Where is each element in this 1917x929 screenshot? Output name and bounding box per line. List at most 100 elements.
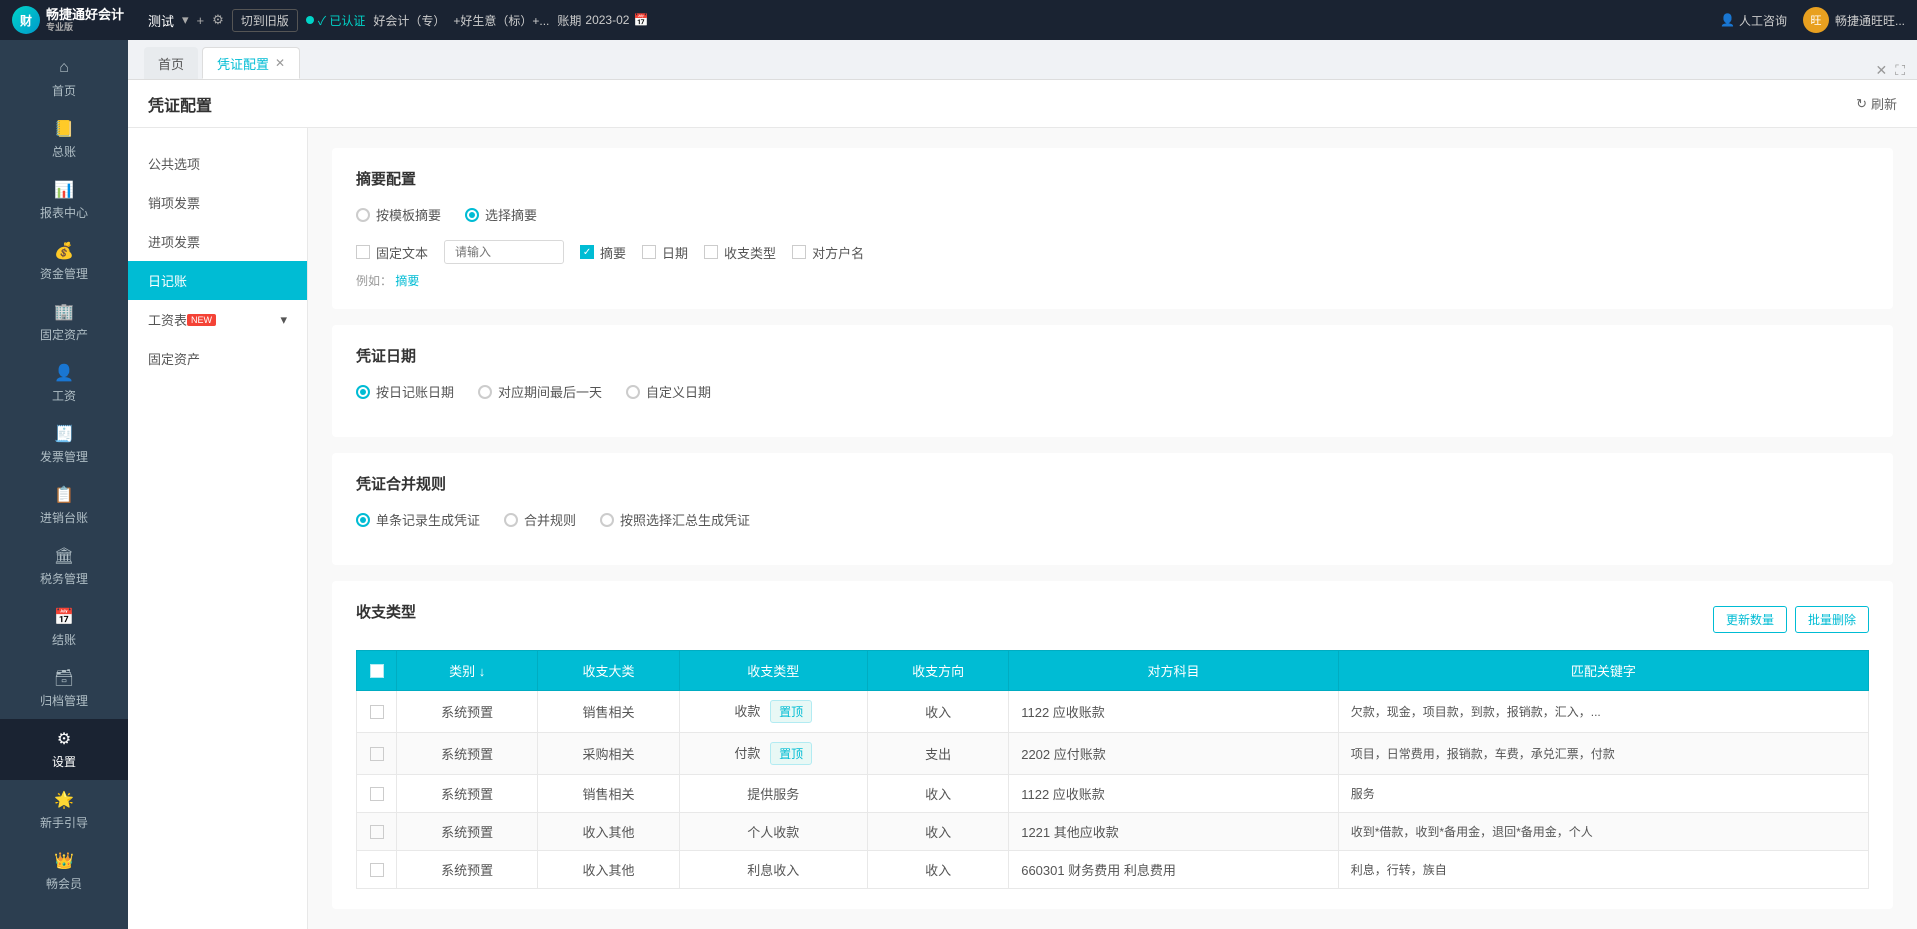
row2-reset-btn[interactable]: 置顶 [770, 742, 812, 765]
update-count-button[interactable]: 更新数量 [1713, 606, 1787, 633]
row3-major-type: 销售相关 [538, 775, 679, 813]
left-nav-journal[interactable]: 日记账 [128, 261, 307, 300]
date-radio-journal-label: 按日记账日期 [376, 382, 454, 401]
header-add-icon[interactable]: + [197, 13, 205, 28]
table-row: 系统预置 收入其他 利息收入 收入 660301 财务费用 利息费用 利息，行转… [357, 851, 1869, 889]
user-area[interactable]: 旺 畅捷通旺旺... [1803, 7, 1905, 33]
row4-category: 系统预置 [397, 813, 538, 851]
sidebar-item-member[interactable]: 👑 畅会员 [0, 841, 128, 902]
sidebar-item-ledger[interactable]: 📒 总账 [0, 109, 128, 170]
row3-check[interactable] [357, 775, 397, 813]
row3-direction: 收入 [867, 775, 1008, 813]
sidebar-label-tax: 税务管理 [40, 570, 88, 587]
checkbox-summary[interactable]: ✓ 摘要 [580, 243, 626, 262]
left-nav-public[interactable]: 公共选项 [128, 144, 307, 183]
sidebar-item-reports[interactable]: 📊 报表中心 [0, 170, 128, 231]
sidebar-label-purchase-sales: 进销台账 [40, 509, 88, 526]
date-radio-last-day-label: 对应期间最后一天 [498, 382, 602, 401]
tab-home[interactable]: 首页 [144, 47, 198, 79]
row5-direction: 收入 [867, 851, 1008, 889]
row4-checkbox[interactable] [370, 825, 384, 839]
voucher-date-section: 凭证日期 按日记账日期 对应期间最后一天 自定义日期 [332, 325, 1893, 437]
user-name: 畅捷通旺旺... [1835, 12, 1905, 29]
sidebar-item-closing[interactable]: 📅 结账 [0, 597, 128, 658]
good-accounting-label: 好会计（专） [373, 12, 445, 29]
merge-radio-summary[interactable]: 按照选择汇总生成凭证 [600, 510, 750, 529]
calendar-icon[interactable]: 📅 [633, 13, 648, 27]
sidebar-item-home[interactable]: ⌂ 首页 [0, 48, 128, 109]
sidebar-item-settings[interactable]: ⚙ 设置 [0, 719, 128, 780]
sidebar-item-tax[interactable]: 🏛 税务管理 [0, 536, 128, 597]
row4-check[interactable] [357, 813, 397, 851]
table-header-row: 收支类型 更新数量 批量删除 [356, 601, 1869, 638]
merge-rules-radio-group: 单条记录生成凭证 合并规则 按照选择汇总生成凭证 [356, 510, 1869, 529]
row2-check[interactable] [357, 733, 397, 775]
date-radio-custom-circle [626, 385, 640, 399]
service-icon: 👤 [1720, 13, 1735, 27]
row1-checkbox[interactable] [370, 705, 384, 719]
sidebar-item-invoice[interactable]: 🧾 发票管理 [0, 414, 128, 475]
merge-radio-single[interactable]: 单条记录生成凭证 [356, 510, 480, 529]
merge-radio-rules-label: 合并规则 [524, 510, 576, 529]
sidebar-item-salary[interactable]: 👤 工资 [0, 353, 128, 414]
old-version-button[interactable]: 切到旧版 [232, 9, 298, 32]
row2-checkbox[interactable] [370, 747, 384, 761]
row1-category: 系统预置 [397, 691, 538, 733]
header-dropdown-icon[interactable]: ▾ [182, 12, 189, 28]
window-close-icon[interactable]: ✕ [1875, 62, 1887, 79]
example-prefix: 例如： [356, 274, 392, 288]
col-major-type: 收支大类 [538, 651, 679, 691]
batch-delete-button[interactable]: 批量删除 [1795, 606, 1869, 633]
col-checkbox[interactable] [357, 651, 397, 691]
sidebar-item-purchase-sales[interactable]: 📋 进销台账 [0, 475, 128, 536]
sidebar-label-salary: 工资 [52, 387, 76, 404]
refresh-button[interactable]: ↻ 刷新 [1856, 94, 1897, 113]
summary-radio-template[interactable]: 按模板摘要 [356, 205, 441, 224]
col-subject-label: 对方科目 [1147, 664, 1199, 679]
sidebar-item-fixed-assets[interactable]: 🏢 固定资产 [0, 292, 128, 353]
checkbox-income-expense-type[interactable]: 收支类型 [704, 243, 776, 262]
sidebar-item-archive[interactable]: 🗃 归档管理 [0, 658, 128, 719]
sidebar-item-funds[interactable]: 💰 资金管理 [0, 231, 128, 292]
checkbox-date[interactable]: 日期 [642, 243, 688, 262]
header-right: 👤 人工咨询 旺 畅捷通旺旺... [1720, 7, 1905, 33]
tab-voucher-config[interactable]: 凭证配置 ✕ [202, 47, 300, 79]
income-expense-type-checkbox [704, 245, 718, 259]
settings-icon: ⚙ [54, 729, 74, 749]
tab-home-label: 首页 [158, 54, 184, 73]
row1-reset-btn[interactable]: 置顶 [770, 700, 812, 723]
date-radio-journal[interactable]: 按日记账日期 [356, 382, 454, 401]
tab-voucher-config-label: 凭证配置 [217, 54, 269, 73]
logo-area: 财 畅捷通好会计 专业版 [12, 6, 140, 34]
row1-check[interactable] [357, 691, 397, 733]
summary-radio-select[interactable]: 选择摘要 [465, 205, 537, 224]
window-expand-icon[interactable]: ⛶ [1895, 62, 1905, 79]
date-radio-last-day[interactable]: 对应期间最后一天 [478, 382, 602, 401]
row1-major-type: 销售相关 [538, 691, 679, 733]
certified-dot [306, 16, 314, 24]
sidebar-label-reports: 报表中心 [40, 204, 88, 221]
service-button[interactable]: 👤 人工咨询 [1720, 12, 1787, 29]
date-radio-custom[interactable]: 自定义日期 [626, 382, 711, 401]
header-setting-icon[interactable]: ⚙ [212, 12, 224, 28]
fixed-text-input[interactable] [444, 240, 564, 264]
row5-checkbox[interactable] [370, 863, 384, 877]
merge-radio-rules[interactable]: 合并规则 [504, 510, 576, 529]
header-checkbox[interactable] [370, 664, 384, 678]
left-nav-fixed-assets-label: 固定资产 [148, 349, 200, 368]
left-nav-purchase-invoice[interactable]: 进项发票 [128, 222, 307, 261]
sidebar-item-guide[interactable]: 🌟 新手引导 [0, 780, 128, 841]
checkbox-fixed-text[interactable]: 固定文本 [356, 243, 428, 262]
summary-options: 固定文本 ✓ 摘要 日期 收支类型 [356, 240, 1869, 264]
left-nav-payroll[interactable]: 工资表 NEW ▾ [128, 300, 307, 339]
left-nav-sales-invoice[interactable]: 销项发票 [128, 183, 307, 222]
tab-close-icon[interactable]: ✕ [275, 56, 285, 70]
left-nav-sales-label: 销项发票 [148, 193, 200, 212]
left-nav-fixed-assets[interactable]: 固定资产 [128, 339, 307, 378]
row3-checkbox[interactable] [370, 787, 384, 801]
fixed-text-label: 固定文本 [376, 243, 428, 262]
row5-check[interactable] [357, 851, 397, 889]
col-income-type: 收支类型 [679, 651, 867, 691]
checkbox-counterpart-name[interactable]: 对方户名 [792, 243, 864, 262]
row5-keywords: 利息，行转，族自 [1338, 851, 1868, 889]
